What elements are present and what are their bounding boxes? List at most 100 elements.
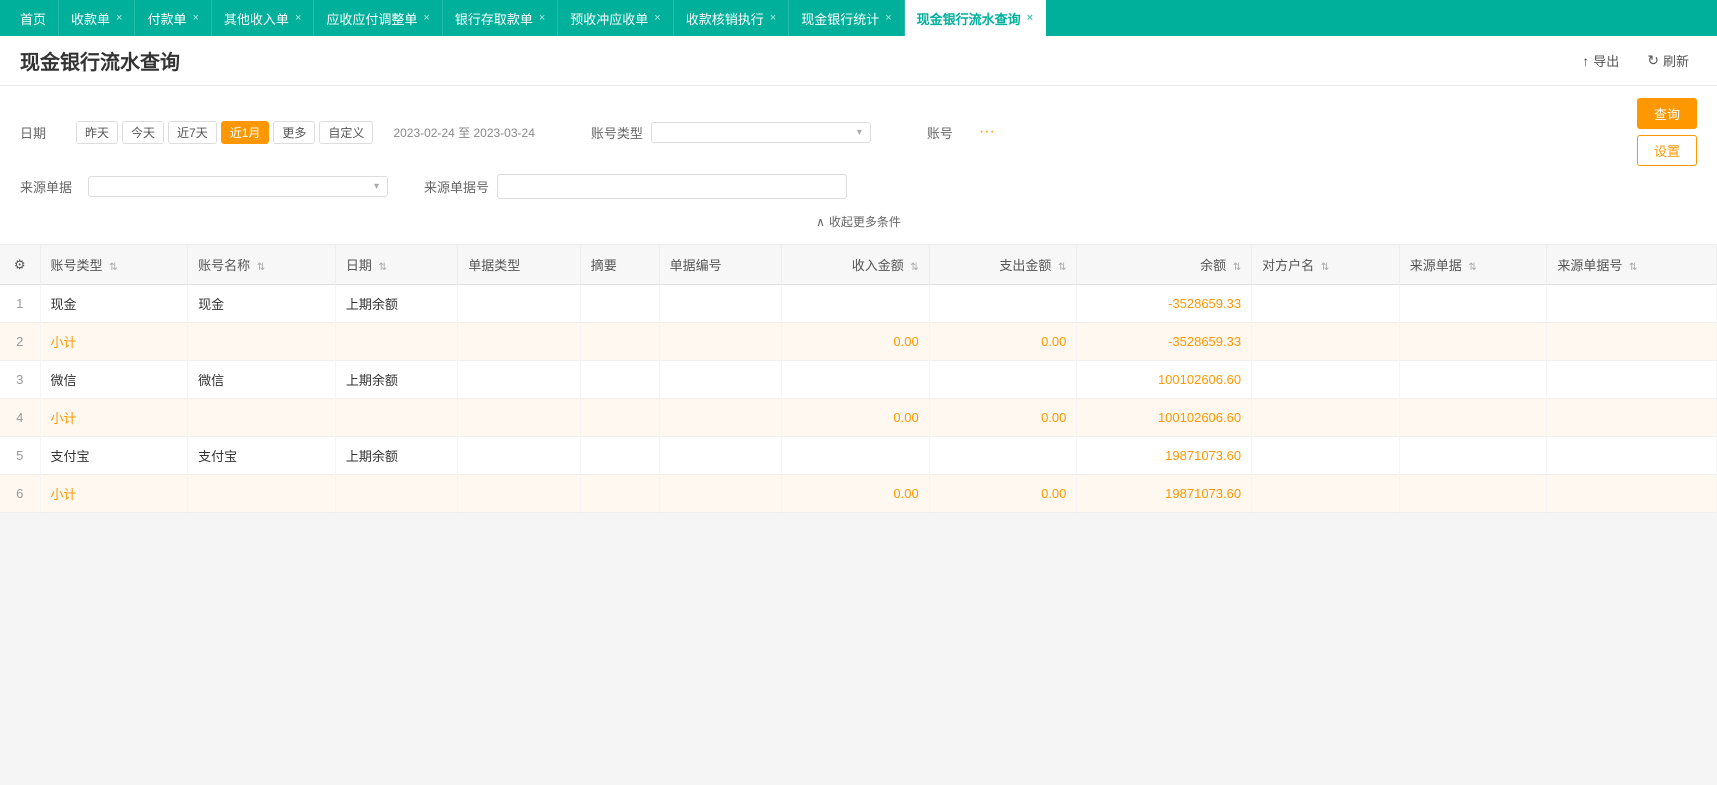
nav-item-stats[interactable]: 现金银行统计 × bbox=[789, 0, 904, 36]
nav-prepay-close[interactable]: × bbox=[654, 12, 660, 24]
col-source-doc-num[interactable]: 来源单据号 ⇅ bbox=[1547, 245, 1717, 285]
cell bbox=[1252, 475, 1400, 513]
col-source-doc-num-label: 来源单据号 bbox=[1557, 258, 1622, 273]
cell: 支付宝 bbox=[40, 437, 188, 475]
cell bbox=[659, 437, 781, 475]
table-row[interactable]: 3微信微信上期余额100102606.60 bbox=[0, 361, 1717, 399]
nav-bank-label: 银行存取款单 bbox=[455, 9, 533, 28]
nav-item-other-income[interactable]: 其他收入单 × bbox=[212, 0, 314, 36]
cell bbox=[188, 399, 336, 437]
source-doc-label: 来源单据 bbox=[20, 177, 72, 196]
nav-adjustment-close[interactable]: × bbox=[423, 12, 429, 24]
col-income[interactable]: 收入金额 ⇅ bbox=[782, 245, 930, 285]
cell: 1 bbox=[0, 285, 40, 323]
cell bbox=[1547, 285, 1717, 323]
account-dots-btn[interactable]: ··· bbox=[975, 123, 999, 141]
nav-payments-close[interactable]: × bbox=[192, 12, 198, 24]
col-source-doc-sort: ⇅ bbox=[1468, 262, 1476, 273]
date-btn-custom[interactable]: 自定义 bbox=[319, 121, 373, 144]
account-type-select[interactable]: ▾ bbox=[651, 122, 871, 143]
filter-row-2: 来源单据 ▾ 来源单据号 bbox=[20, 174, 1697, 199]
col-source-doc-num-sort: ⇅ bbox=[1629, 262, 1637, 273]
nav-item-cashflow[interactable]: 现金银行流水查询 × bbox=[905, 0, 1046, 36]
nav-cashflow-close[interactable]: × bbox=[1027, 12, 1033, 24]
cell bbox=[929, 437, 1077, 475]
date-range-text: 2023-02-24 至 2023-03-24 bbox=[393, 124, 534, 141]
nav-home-label: 首页 bbox=[20, 9, 46, 28]
table-row[interactable]: 4小计0.000.00100102606.60 bbox=[0, 399, 1717, 437]
gear-icon: ⚙ bbox=[14, 257, 26, 272]
filter-area: 日期 昨天 今天 近7天 近1月 更多 自定义 2023-02-24 至 202… bbox=[0, 86, 1717, 245]
date-btn-yesterday[interactable]: 昨天 bbox=[76, 121, 118, 144]
source-doc-num-input[interactable] bbox=[497, 174, 847, 199]
table-row[interactable]: 1现金现金上期余额-3528659.33 bbox=[0, 285, 1717, 323]
nav-other-income-label: 其他收入单 bbox=[224, 9, 289, 28]
cell bbox=[580, 361, 659, 399]
cell: 2 bbox=[0, 323, 40, 361]
nav-verify-label: 收款核销执行 bbox=[686, 9, 764, 28]
col-account-name[interactable]: 账号名称 ⇅ bbox=[188, 245, 336, 285]
cell bbox=[659, 475, 781, 513]
data-table: ⚙ 账号类型 ⇅ 账号名称 ⇅ 日期 ⇅ 单据类型 摘要 bbox=[0, 245, 1717, 513]
export-button[interactable]: ↑ 导出 bbox=[1574, 47, 1627, 74]
cell bbox=[1252, 285, 1400, 323]
col-doc-number: 单据编号 bbox=[659, 245, 781, 285]
nav-other-income-close[interactable]: × bbox=[295, 12, 301, 24]
settings-button[interactable]: 设置 bbox=[1637, 135, 1697, 166]
date-btn-7days[interactable]: 近7天 bbox=[168, 121, 217, 144]
cell: 0.00 bbox=[782, 323, 930, 361]
col-date[interactable]: 日期 ⇅ bbox=[335, 245, 457, 285]
refresh-button[interactable]: ↻ 刷新 bbox=[1639, 47, 1697, 74]
col-gear[interactable]: ⚙ bbox=[0, 245, 40, 285]
cell: 100102606.60 bbox=[1077, 399, 1252, 437]
cell: 小计 bbox=[40, 475, 188, 513]
col-source-doc-label: 来源单据 bbox=[1410, 258, 1462, 273]
date-btn-1month[interactable]: 近1月 bbox=[221, 121, 270, 144]
nav-payments-label: 付款单 bbox=[147, 9, 186, 28]
cell bbox=[1547, 361, 1717, 399]
cell bbox=[335, 475, 457, 513]
date-btn-more[interactable]: 更多 bbox=[273, 121, 315, 144]
nav-bank-close[interactable]: × bbox=[539, 12, 545, 24]
col-counterpart-label: 对方户名 bbox=[1262, 258, 1314, 273]
collapse-bar[interactable]: ∧ 收起更多条件 bbox=[20, 207, 1697, 232]
cell bbox=[580, 437, 659, 475]
table-row[interactable]: 5支付宝支付宝上期余额19871073.60 bbox=[0, 437, 1717, 475]
col-account-type-sort: ⇅ bbox=[109, 262, 117, 273]
nav-stats-close[interactable]: × bbox=[885, 12, 891, 24]
cell bbox=[782, 437, 930, 475]
nav-item-adjustment[interactable]: 应收应付调整单 × bbox=[314, 0, 442, 36]
nav-cashflow-label: 现金银行流水查询 bbox=[917, 9, 1021, 28]
col-counterpart[interactable]: 对方户名 ⇅ bbox=[1252, 245, 1400, 285]
cell bbox=[659, 361, 781, 399]
nav-item-payments[interactable]: 付款单 × bbox=[135, 0, 211, 36]
date-label: 日期 bbox=[20, 123, 60, 142]
col-source-doc[interactable]: 来源单据 ⇅ bbox=[1399, 245, 1547, 285]
query-button[interactable]: 查询 bbox=[1637, 98, 1697, 129]
col-account-name-sort: ⇅ bbox=[257, 262, 265, 273]
nav-item-receipts[interactable]: 收款单 × bbox=[59, 0, 135, 36]
col-expense[interactable]: 支出金额 ⇅ bbox=[929, 245, 1077, 285]
col-summary-label: 摘要 bbox=[591, 258, 617, 273]
table-row[interactable]: 6小计0.000.0019871073.60 bbox=[0, 475, 1717, 513]
collapse-label: 收起更多条件 bbox=[829, 213, 901, 230]
cell: 0.00 bbox=[782, 475, 930, 513]
nav-item-bank[interactable]: 银行存取款单 × bbox=[443, 0, 558, 36]
date-btn-today[interactable]: 今天 bbox=[122, 121, 164, 144]
nav-receipts-label: 收款单 bbox=[71, 9, 110, 28]
nav-item-prepay[interactable]: 预收冲应收单 × bbox=[558, 0, 673, 36]
nav-item-home[interactable]: 首页 bbox=[8, 0, 59, 36]
col-income-sort: ⇅ bbox=[910, 262, 918, 273]
nav-item-verify[interactable]: 收款核销执行 × bbox=[674, 0, 789, 36]
account-type-chevron: ▾ bbox=[857, 127, 862, 138]
nav-receipts-close[interactable]: × bbox=[116, 12, 122, 24]
source-doc-select[interactable]: ▾ bbox=[88, 176, 388, 197]
cell bbox=[659, 323, 781, 361]
cell bbox=[1547, 399, 1717, 437]
nav-verify-close[interactable]: × bbox=[770, 12, 776, 24]
table-row[interactable]: 2小计0.000.00-3528659.33 bbox=[0, 323, 1717, 361]
col-balance[interactable]: 余额 ⇅ bbox=[1077, 245, 1252, 285]
cell bbox=[458, 475, 580, 513]
col-account-type[interactable]: 账号类型 ⇅ bbox=[40, 245, 188, 285]
cell: 上期余额 bbox=[335, 437, 457, 475]
